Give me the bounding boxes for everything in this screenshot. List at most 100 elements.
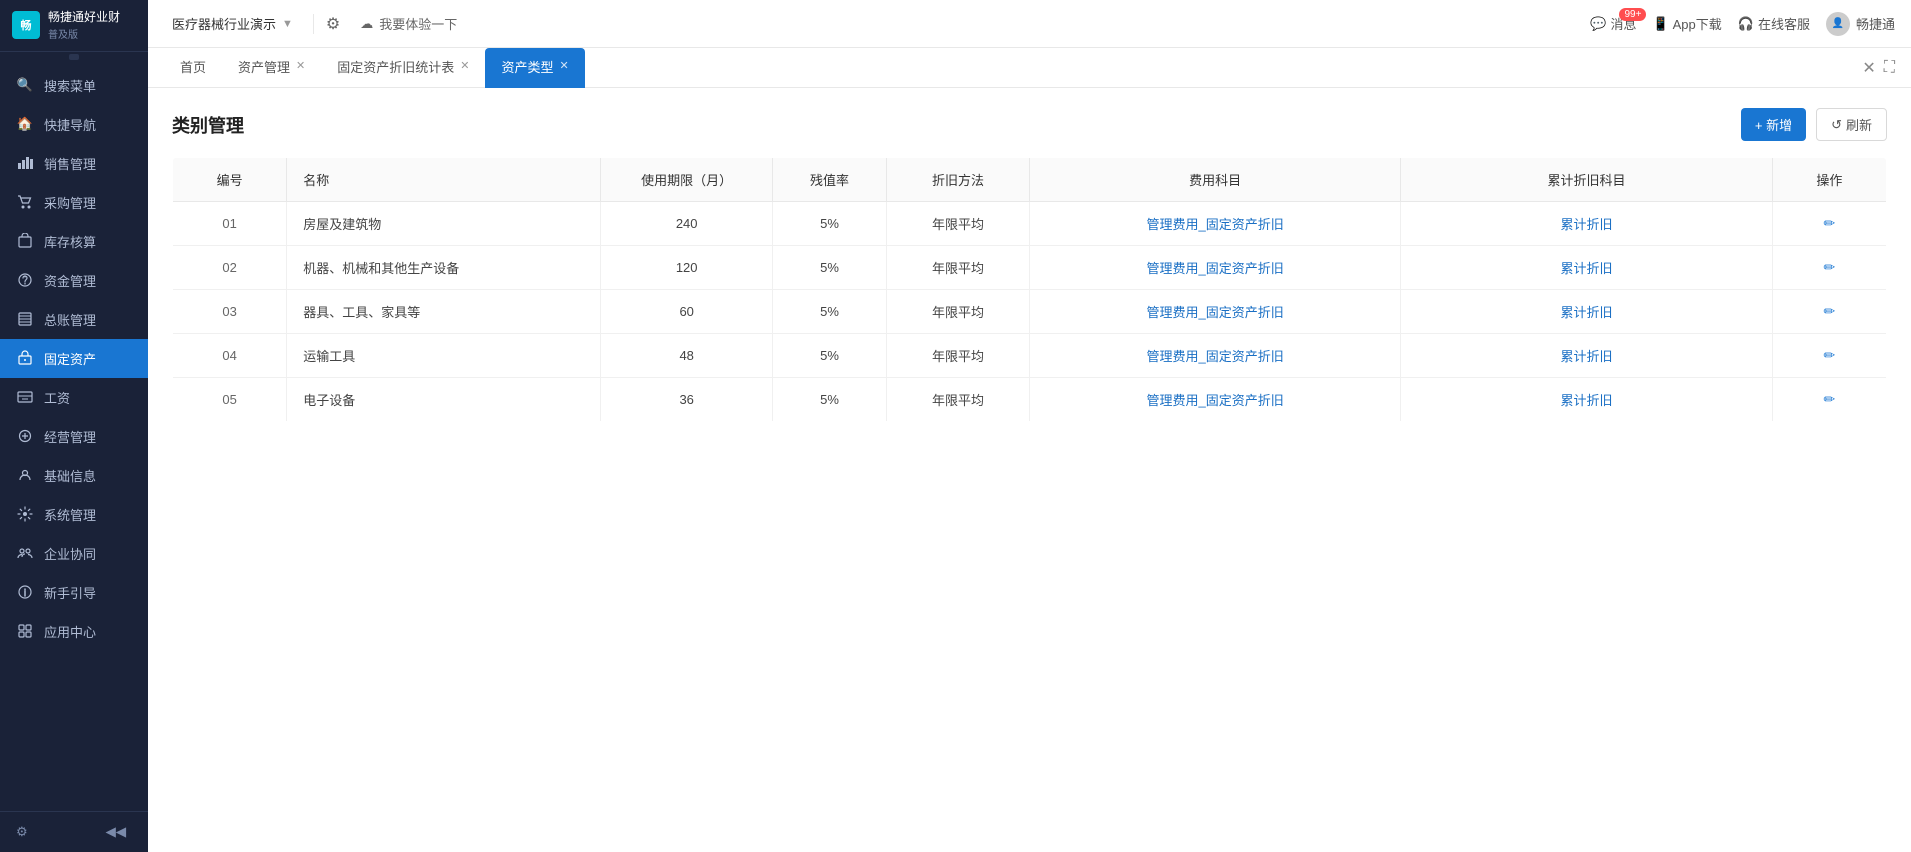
settings-icon[interactable]: ⚙ bbox=[326, 14, 340, 34]
guide-icon bbox=[16, 583, 34, 601]
sidebar-item-label: 库存核算 bbox=[44, 232, 96, 251]
tab-close-icon[interactable]: ✕ bbox=[560, 61, 569, 72]
capital-icon bbox=[16, 271, 34, 289]
tab-home[interactable]: 首页 bbox=[164, 48, 222, 88]
table-row: 04 运输工具 48 5% 年限平均 管理费用_固定资产折旧 累计折旧 ✏ bbox=[173, 334, 1887, 378]
sidebar-item-search[interactable]: 🔍 搜索菜单 bbox=[0, 66, 148, 105]
user-menu[interactable]: 👤 畅捷通 bbox=[1826, 12, 1895, 36]
app-download-button[interactable]: 📱 App下载 bbox=[1652, 14, 1721, 33]
cell-period: 60 bbox=[601, 290, 772, 334]
tab-close-icon[interactable]: ✕ bbox=[460, 61, 469, 72]
cell-period: 48 bbox=[601, 334, 772, 378]
cell-action: ✏ bbox=[1772, 378, 1886, 422]
table-row: 02 机器、机械和其他生产设备 120 5% 年限平均 管理费用_固定资产折旧 … bbox=[173, 246, 1887, 290]
col-method: 折旧方法 bbox=[887, 158, 1030, 202]
sidebar-item-operations[interactable]: 经营管理 bbox=[0, 417, 148, 456]
app-center-icon bbox=[16, 622, 34, 640]
tab-label: 资产管理 bbox=[238, 57, 290, 76]
sidebar-item-inventory[interactable]: 库存核算 bbox=[0, 222, 148, 261]
payroll-icon bbox=[16, 388, 34, 406]
cell-name: 运输工具 bbox=[287, 334, 601, 378]
sidebar-item-label: 搜索菜单 bbox=[44, 76, 96, 95]
cooperation-icon bbox=[16, 544, 34, 562]
sidebar-item-cooperation[interactable]: 企业协同 bbox=[0, 534, 148, 573]
cell-expense: 管理费用_固定资产折旧 bbox=[1029, 202, 1400, 246]
sidebar-item-basic-info[interactable]: 基础信息 bbox=[0, 456, 148, 495]
experience-text: 我要体验一下 bbox=[379, 14, 457, 33]
sidebar-item-label: 企业协同 bbox=[44, 544, 96, 563]
cell-expense: 管理费用_固定资产折旧 bbox=[1029, 246, 1400, 290]
edit-icon[interactable]: ✏ bbox=[1823, 303, 1835, 319]
sidebar-item-ledger[interactable]: 总账管理 bbox=[0, 300, 148, 339]
tabs-right-controls: ✕ ⛶ bbox=[1862, 58, 1895, 78]
cell-expense: 管理费用_固定资产折旧 bbox=[1029, 290, 1400, 334]
table-row: 05 电子设备 36 5% 年限平均 管理费用_固定资产折旧 累计折旧 ✏ bbox=[173, 378, 1887, 422]
message-badge: 99 bbox=[1619, 8, 1646, 21]
cell-id: 02 bbox=[173, 246, 287, 290]
maximize-icon[interactable]: ⛶ bbox=[1884, 59, 1895, 77]
refresh-label: 刷新 bbox=[1846, 115, 1872, 134]
sidebar-item-fixed-assets[interactable]: 固定资产 bbox=[0, 339, 148, 378]
header-actions: + 新增 ↺ 刷新 bbox=[1741, 108, 1887, 141]
sidebar-item-quicknav[interactable]: 🏠 快捷导航 bbox=[0, 105, 148, 144]
tab-close-icon[interactable]: ✕ bbox=[296, 61, 305, 72]
cell-name: 房屋及建筑物 bbox=[287, 202, 601, 246]
sidebar: 畅 畅捷通好业财 普及版 🔍 搜索菜单 🏠 快捷导航 销售管理 bbox=[0, 0, 148, 852]
page-title: 类别管理 bbox=[172, 112, 244, 138]
close-tab-icon[interactable]: ✕ bbox=[1862, 58, 1875, 78]
main-area: 医疗器械行业演示 ▼ ⚙ ☁ 我要体验一下 💬 消息 99 📱 App下载 🎧 bbox=[148, 0, 1911, 852]
cell-accum: 累计折旧 bbox=[1401, 334, 1772, 378]
sidebar-toggle-button[interactable]: ◀◀ bbox=[100, 822, 133, 842]
cell-period: 36 bbox=[601, 378, 772, 422]
settings-footer-icon[interactable]: ⚙ bbox=[16, 824, 28, 840]
message-button[interactable]: 💬 消息 99 bbox=[1590, 14, 1636, 33]
edit-icon[interactable]: ✏ bbox=[1823, 259, 1835, 275]
edit-icon[interactable]: ✏ bbox=[1823, 391, 1835, 407]
cell-action: ✏ bbox=[1772, 202, 1886, 246]
online-service-button[interactable]: 🎧 在线客服 bbox=[1738, 14, 1810, 33]
table-row: 01 房屋及建筑物 240 5% 年限平均 管理费用_固定资产折旧 累计折旧 ✏ bbox=[173, 202, 1887, 246]
cell-period: 240 bbox=[601, 202, 772, 246]
refresh-icon: ↺ bbox=[1831, 117, 1842, 133]
topbar-right: 💬 消息 99 📱 App下载 🎧 在线客服 👤 畅捷通 bbox=[1590, 12, 1895, 36]
tab-asset-type[interactable]: 资产类型 ✕ bbox=[485, 48, 584, 88]
cell-method: 年限平均 bbox=[887, 378, 1030, 422]
experience-button[interactable]: ☁ 我要体验一下 bbox=[352, 10, 465, 37]
cell-id: 01 bbox=[173, 202, 287, 246]
edit-icon[interactable]: ✏ bbox=[1823, 215, 1835, 231]
sidebar-item-app-center[interactable]: 应用中心 bbox=[0, 612, 148, 651]
sidebar-item-purchase[interactable]: 采购管理 bbox=[0, 183, 148, 222]
table-row: 03 器具、工具、家具等 60 5% 年限平均 管理费用_固定资产折旧 累计折旧… bbox=[173, 290, 1887, 334]
project-name: 医疗器械行业演示 bbox=[172, 14, 276, 33]
cell-residual: 5% bbox=[772, 334, 886, 378]
refresh-button[interactable]: ↺ 刷新 bbox=[1816, 108, 1887, 141]
cell-name: 机器、机械和其他生产设备 bbox=[287, 246, 601, 290]
sidebar-item-system[interactable]: 系统管理 bbox=[0, 495, 148, 534]
category-table: 编号 名称 使用期限（月） 残值率 折旧方法 费用科目 累计折旧科目 操作 01… bbox=[172, 157, 1887, 422]
sidebar-item-guide[interactable]: 新手引导 bbox=[0, 573, 148, 612]
sidebar-item-capital[interactable]: 资金管理 bbox=[0, 261, 148, 300]
cell-residual: 5% bbox=[772, 202, 886, 246]
sidebar-item-payroll[interactable]: 工资 bbox=[0, 378, 148, 417]
page-header: 类别管理 + 新增 ↺ 刷新 bbox=[172, 108, 1887, 141]
new-button[interactable]: + 新增 bbox=[1741, 108, 1806, 141]
cell-expense: 管理费用_固定资产折旧 bbox=[1029, 378, 1400, 422]
app-version: 普及版 bbox=[48, 26, 120, 41]
tab-depreciation-table[interactable]: 固定资产折旧统计表 ✕ bbox=[321, 48, 485, 88]
cell-period: 120 bbox=[601, 246, 772, 290]
col-id: 编号 bbox=[173, 158, 287, 202]
inventory-icon bbox=[16, 232, 34, 250]
cell-id: 05 bbox=[173, 378, 287, 422]
sidebar-item-label: 经营管理 bbox=[44, 427, 96, 446]
username: 畅捷通 bbox=[1856, 14, 1895, 33]
cell-action: ✏ bbox=[1772, 290, 1886, 334]
project-selector[interactable]: 医疗器械行业演示 ▼ bbox=[164, 10, 301, 37]
tab-asset-mgmt[interactable]: 资产管理 ✕ bbox=[222, 48, 321, 88]
cell-action: ✏ bbox=[1772, 334, 1886, 378]
tabs-bar: 首页 资产管理 ✕ 固定资产折旧统计表 ✕ 资产类型 ✕ ✕ ⛶ bbox=[148, 48, 1911, 88]
edit-icon[interactable]: ✏ bbox=[1823, 347, 1835, 363]
sidebar-item-sales[interactable]: 销售管理 bbox=[0, 144, 148, 183]
cell-residual: 5% bbox=[772, 378, 886, 422]
sidebar-item-label: 资金管理 bbox=[44, 271, 96, 290]
col-name: 名称 bbox=[287, 158, 601, 202]
